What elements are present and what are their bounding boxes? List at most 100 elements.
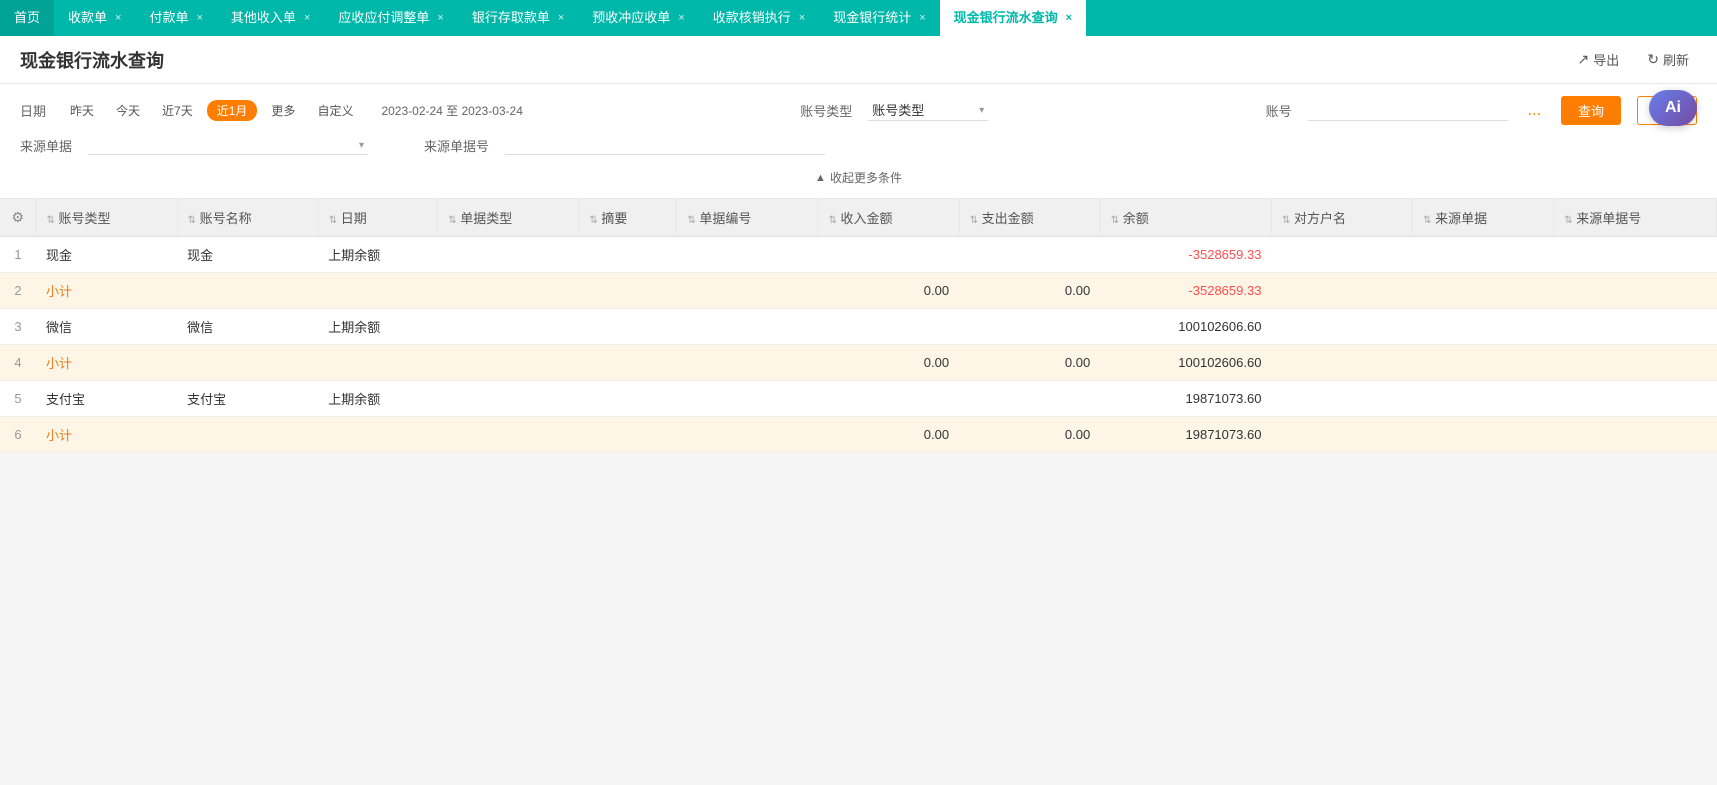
account-more-button[interactable]: ... — [1524, 102, 1545, 120]
nav-home[interactable]: 首页 — [0, 0, 54, 36]
cell-summary — [579, 345, 677, 381]
source-doc-no-input[interactable] — [505, 135, 825, 155]
cell-doc-no — [677, 237, 818, 273]
nav-receipt[interactable]: 收款单 × — [54, 0, 135, 36]
close-icon[interactable]: × — [437, 0, 443, 36]
close-icon[interactable]: × — [304, 0, 310, 36]
nav-other-income[interactable]: 其他收入单 × — [217, 0, 324, 36]
refresh-button[interactable]: ↻ 刷新 — [1639, 46, 1697, 73]
nav-cash-stats[interactable]: 现金银行统计 × — [819, 0, 939, 36]
table-row[interactable]: 2 小计 0.00 0.00 -3528659.33 — [0, 273, 1717, 309]
cell-date — [318, 273, 438, 309]
source-doc-select[interactable] — [88, 135, 368, 155]
table-col-account-name: ⇅ 账号名称 — [177, 199, 318, 237]
date-btn-7days[interactable]: 近7天 — [154, 100, 201, 121]
table-body: 1 现金 现金 上期余额 -3528659.33 2 小计 0.00 0.00 … — [0, 237, 1717, 453]
cell-doc-no — [677, 381, 818, 417]
cell-account-name — [177, 417, 318, 453]
cell-date — [318, 417, 438, 453]
cell-balance: 100102606.60 — [1100, 345, 1271, 381]
sort-icon[interactable]: ⇅ — [1423, 215, 1431, 226]
sort-icon[interactable]: ⇅ — [1564, 215, 1572, 226]
cell-account-type: 小计 — [36, 345, 177, 381]
cell-account-name: 支付宝 — [177, 381, 318, 417]
data-table: ⚙ ⇅ 账号类型 ⇅ 账号名称 ⇅ 日期 ⇅ 单据类型 — [0, 199, 1717, 453]
ai-assistant-button[interactable]: Ai — [1649, 90, 1697, 126]
cell-source-doc — [1413, 273, 1554, 309]
cell-doc-type — [438, 273, 579, 309]
table-row[interactable]: 4 小计 0.00 0.00 100102606.60 — [0, 345, 1717, 381]
close-icon[interactable]: × — [558, 0, 564, 36]
cell-expense: 0.00 — [959, 345, 1100, 381]
close-icon[interactable]: × — [919, 0, 925, 36]
sort-icon[interactable]: ⇅ — [589, 215, 597, 226]
nav-bank-deposit[interactable]: 银行存取款单 × — [458, 0, 578, 36]
close-icon[interactable]: × — [115, 0, 121, 36]
cell-doc-no — [677, 345, 818, 381]
cell-counterparty — [1271, 237, 1412, 273]
cell-expense — [959, 309, 1100, 345]
cell-source-doc-no — [1554, 273, 1717, 309]
table-row[interactable]: 6 小计 0.00 0.00 19871073.60 — [0, 417, 1717, 453]
row-number: 3 — [0, 309, 36, 345]
cell-income — [818, 237, 959, 273]
close-icon[interactable]: × — [678, 0, 684, 36]
sort-icon[interactable]: ⇅ — [329, 215, 337, 226]
close-icon[interactable]: × — [196, 0, 202, 36]
cell-source-doc — [1413, 381, 1554, 417]
table-row[interactable]: 1 现金 现金 上期余额 -3528659.33 — [0, 237, 1717, 273]
cell-account-name: 现金 — [177, 237, 318, 273]
date-btn-1month[interactable]: 近1月 — [207, 100, 258, 121]
filter-area: 日期 昨天 今天 近7天 近1月 更多 自定义 2023-02-24 至 202… — [0, 84, 1717, 199]
gear-icon[interactable]: ⚙ — [11, 209, 24, 225]
sort-icon[interactable]: ⇅ — [687, 215, 695, 226]
source-doc-no-label: 来源单据号 — [424, 136, 489, 155]
cell-source-doc-no — [1554, 345, 1717, 381]
page-header: 现金银行流水查询 ↗ 导出 ↻ 刷新 — [0, 36, 1717, 84]
cell-doc-no — [677, 417, 818, 453]
sort-icon[interactable]: ⇅ — [970, 215, 978, 226]
query-button[interactable]: 查询 — [1561, 96, 1621, 125]
row-number: 5 — [0, 381, 36, 417]
cell-doc-type — [438, 381, 579, 417]
sort-icon[interactable]: ⇅ — [828, 215, 836, 226]
account-input[interactable] — [1308, 101, 1508, 121]
cell-expense — [959, 381, 1100, 417]
cell-counterparty — [1271, 273, 1412, 309]
date-btn-today[interactable]: 今天 — [108, 100, 148, 121]
filter-row-2: 来源单据 ▾ 来源单据号 — [20, 135, 1697, 155]
sort-icon[interactable]: ⇅ — [1282, 215, 1290, 226]
account-type-select[interactable]: 账号类型 — [868, 101, 988, 121]
sort-icon[interactable]: ⇅ — [188, 215, 196, 226]
cell-balance: 19871073.60 — [1100, 417, 1271, 453]
date-btn-custom[interactable]: 自定义 — [309, 100, 361, 121]
date-quick-buttons: 昨天 今天 近7天 近1月 更多 自定义 — [62, 100, 361, 121]
table-row[interactable]: 3 微信 微信 上期余额 100102606.60 — [0, 309, 1717, 345]
sort-icon[interactable]: ⇅ — [448, 215, 456, 226]
cell-doc-no — [677, 309, 818, 345]
nav-ar-adjust[interactable]: 应收应付调整单 × — [324, 0, 457, 36]
close-icon[interactable]: × — [799, 0, 805, 36]
table-row[interactable]: 5 支付宝 支付宝 上期余额 19871073.60 — [0, 381, 1717, 417]
close-icon[interactable]: × — [1066, 0, 1072, 36]
nav-cash-flow[interactable]: 现金银行流水查询 × — [940, 0, 1086, 36]
nav-prepaid[interactable]: 预收冲应收单 × — [578, 0, 698, 36]
source-doc-label: 来源单据 — [20, 136, 72, 155]
account-type-label: 账号类型 — [800, 101, 852, 120]
nav-verify[interactable]: 收款核销执行 × — [699, 0, 819, 36]
cell-date — [318, 345, 438, 381]
date-btn-yesterday[interactable]: 昨天 — [62, 100, 102, 121]
sort-icon[interactable]: ⇅ — [47, 215, 55, 226]
source-doc-select-wrapper: ▾ — [88, 135, 368, 155]
cell-source-doc — [1413, 417, 1554, 453]
table-col-expense: ⇅ 支出金额 — [959, 199, 1100, 237]
sort-icon[interactable]: ⇅ — [1111, 215, 1119, 226]
nav-payment[interactable]: 付款单 × — [135, 0, 216, 36]
export-button[interactable]: ↗ 导出 — [1570, 46, 1628, 73]
collapse-bar[interactable]: ▲ 收起更多条件 — [20, 165, 1697, 186]
data-table-wrapper: ⚙ ⇅ 账号类型 ⇅ 账号名称 ⇅ 日期 ⇅ 单据类型 — [0, 199, 1717, 453]
date-btn-more[interactable]: 更多 — [263, 100, 303, 121]
date-range-display: 2023-02-24 至 2023-03-24 — [381, 102, 522, 119]
cell-summary — [579, 417, 677, 453]
table-col-source-doc-no: ⇅ 来源单据号 — [1554, 199, 1717, 237]
